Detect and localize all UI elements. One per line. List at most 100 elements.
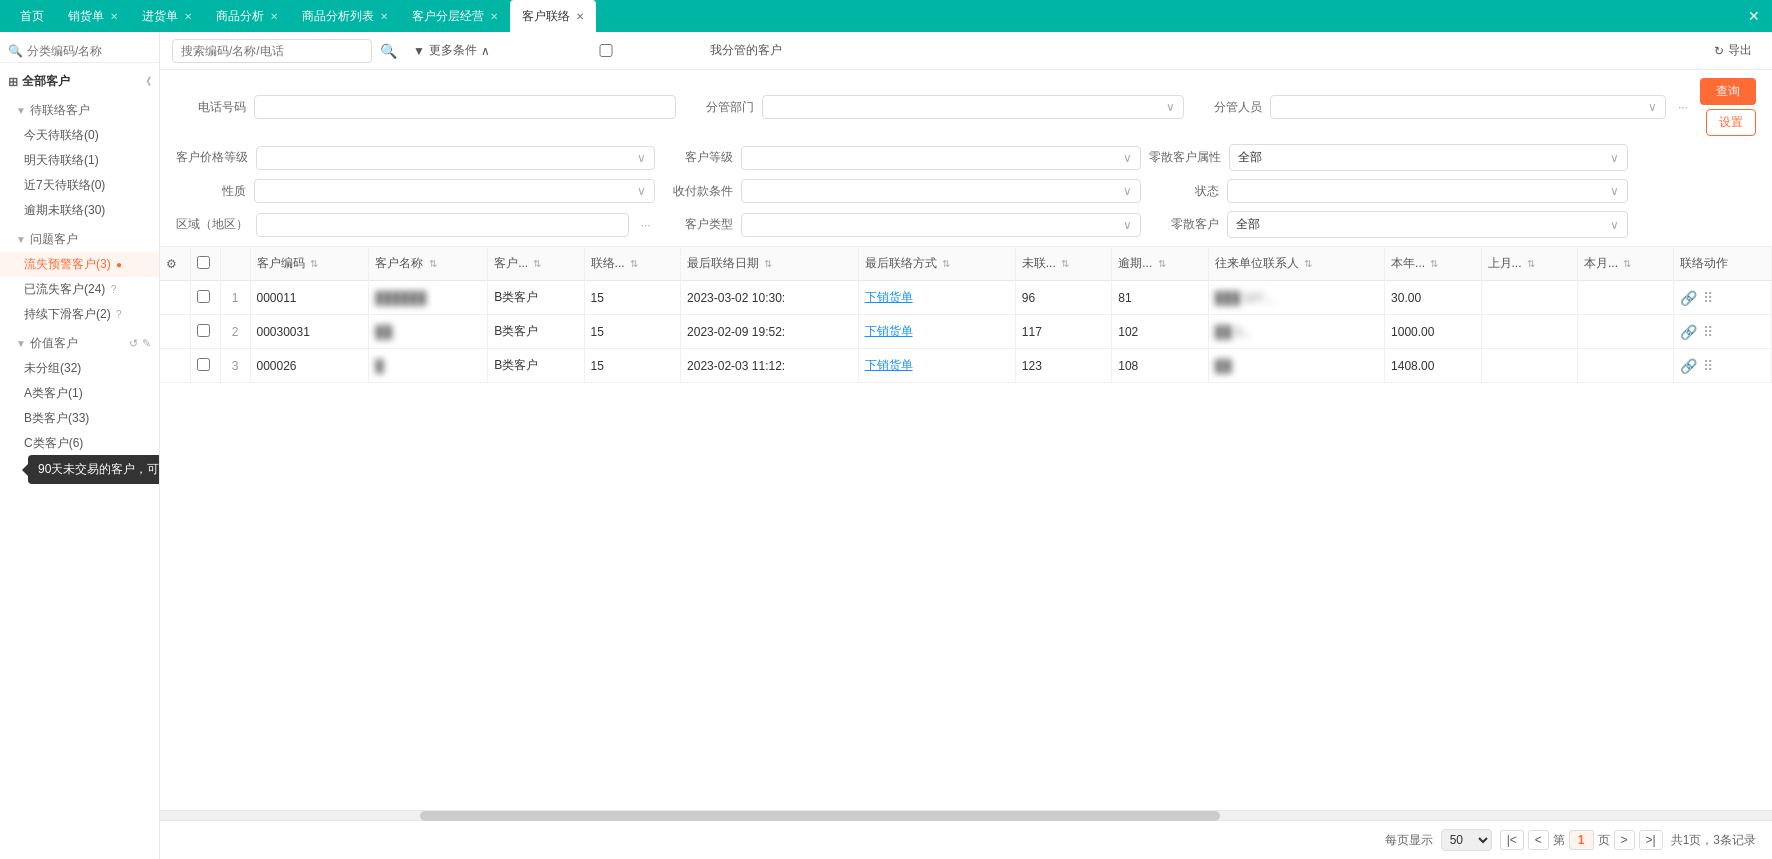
row-checkbox[interactable] (197, 290, 210, 303)
sidebar-search-input[interactable] (27, 44, 160, 58)
problem-customers-title[interactable]: ▼ 问题客户 (0, 227, 159, 252)
cell-last-contact-way[interactable]: 下销货单 (858, 281, 1015, 315)
retail-select[interactable]: 全部 ∨ (1227, 211, 1628, 238)
sidebar-item-today[interactable]: 今天待联络(0) (0, 123, 159, 148)
col-last-contact-date[interactable]: 最后联络日期 ⇅ (681, 247, 859, 281)
select-all-checkbox[interactable] (197, 256, 210, 269)
cell-checkbox[interactable] (190, 281, 220, 315)
contact-link-icon[interactable]: 🔗 (1680, 324, 1697, 340)
window-close-button[interactable]: ✕ (1744, 4, 1764, 28)
export-button[interactable]: ↻ 导出 (1706, 38, 1760, 63)
more-dots[interactable]: ··· (637, 218, 655, 232)
close-icon[interactable]: ✕ (270, 11, 278, 22)
nature-select[interactable]: ∨ (254, 179, 655, 203)
edit-icon[interactable]: ✎ (142, 337, 151, 350)
close-icon[interactable]: ✕ (576, 11, 584, 22)
nav-tab-sales[interactable]: 销货单 ✕ (56, 0, 130, 32)
price-grade-select[interactable]: ∨ (256, 146, 655, 170)
col-last-month[interactable]: 上月... ⇅ (1481, 247, 1577, 281)
chevron-down-icon: ∨ (1123, 218, 1132, 232)
sidebar-item-7days[interactable]: 近7天待联络(0) (0, 173, 159, 198)
region-input[interactable] (256, 213, 629, 237)
row-checkbox[interactable] (197, 358, 210, 371)
my-customers-checkbox[interactable] (506, 44, 706, 57)
close-icon[interactable]: ✕ (110, 11, 118, 22)
sidebar-item-churned[interactable]: 已流失客户(24) ? (0, 277, 159, 302)
region-label: 区域（地区） (176, 216, 248, 233)
sidebar-item-overdue[interactable]: 逾期未联络(30) (0, 198, 159, 223)
col-last-contact-way[interactable]: 最后联络方式 ⇅ (858, 247, 1015, 281)
sidebar-item-tomorrow[interactable]: 明天待联络(1) (0, 148, 159, 173)
horizontal-scrollbar[interactable] (160, 810, 1772, 820)
more-conditions-button[interactable]: ▼ 更多条件 ∧ (405, 38, 498, 63)
first-page-button[interactable]: |< (1500, 830, 1524, 850)
status-select[interactable]: ∨ (1227, 179, 1628, 203)
dept-select[interactable]: ∨ (762, 95, 1184, 119)
nav-tab-purchase[interactable]: 进货单 ✕ (130, 0, 204, 32)
sidebar-item-ungrouped[interactable]: 未分组(32) (0, 356, 159, 381)
person-select[interactable]: ∨ (1270, 95, 1666, 119)
action-grid-icon[interactable]: ⠿ (1703, 290, 1713, 306)
col-name[interactable]: 客户名称 ⇅ (369, 247, 488, 281)
pending-contact-title[interactable]: ▼ 待联络客户 (0, 98, 159, 123)
contact-link-icon[interactable]: 🔗 (1680, 290, 1697, 306)
more-dots[interactable]: ··· (1674, 100, 1692, 114)
cell-checkbox[interactable] (190, 315, 220, 349)
main-layout: 🔍 ⊞ 全部客户 《 ▼ 待联络客户 今天待联络(0) 明天待联络(1) 近7天… (0, 32, 1772, 859)
contact-link-icon[interactable]: 🔗 (1680, 358, 1697, 374)
col-no-contact[interactable]: 未联... ⇅ (1015, 247, 1111, 281)
action-grid-icon[interactable]: ⠿ (1703, 358, 1713, 374)
sidebar-item-c-class[interactable]: C类客户(6) (0, 431, 159, 456)
col-settings[interactable]: ⚙ (160, 247, 190, 281)
col-this-month[interactable]: 本月... ⇅ (1578, 247, 1674, 281)
refresh-icon[interactable]: ↺ (129, 337, 138, 350)
customer-type-select[interactable]: ∨ (741, 213, 1142, 237)
settings-icon[interactable]: ⚙ (166, 257, 177, 271)
search-input[interactable] (172, 39, 372, 63)
col-this-year[interactable]: 本年... ⇅ (1385, 247, 1481, 281)
next-page-button[interactable]: > (1614, 830, 1635, 850)
table-row: 3 000026 █ B类客户 15 2023-02-03 11:12: 下销货… (160, 349, 1772, 383)
cell-last-contact-way[interactable]: 下销货单 (858, 349, 1015, 383)
prev-page-button[interactable]: < (1528, 830, 1549, 850)
cell-checkbox[interactable] (190, 349, 220, 383)
retail-attr-select[interactable]: 全部 ∨ (1229, 144, 1628, 171)
sidebar-item-declining[interactable]: 持续下滑客户(2) ? (0, 302, 159, 327)
sidebar-all-customers[interactable]: ⊞ 全部客户 《 (0, 67, 159, 96)
cell-type: B类客户 (488, 349, 584, 383)
customer-grade-select[interactable]: ∨ (741, 146, 1142, 170)
col-type[interactable]: 客户... ⇅ (488, 247, 584, 281)
query-button[interactable]: 查询 (1700, 78, 1756, 105)
my-customers-checkbox-label[interactable]: 我分管的客户 (506, 42, 782, 59)
row-checkbox[interactable] (197, 324, 210, 337)
sort-icon: ⇅ (1158, 258, 1166, 269)
page-size-select[interactable]: 50 20 100 (1441, 829, 1492, 851)
nav-tab-product-list[interactable]: 商品分析列表 ✕ (290, 0, 400, 32)
col-checkbox[interactable] (190, 247, 220, 281)
settings-button[interactable]: 设置 (1706, 109, 1756, 136)
value-customers-title[interactable]: ▼ 价值客户 ↺ ✎ (0, 331, 159, 356)
cell-name: ██ (369, 315, 488, 349)
phone-input[interactable] (254, 95, 676, 119)
sidebar-item-b-class[interactable]: B类客户(33) (0, 406, 159, 431)
export-label: 导出 (1728, 42, 1752, 59)
sidebar-item-a-class[interactable]: A类客户(1) (0, 381, 159, 406)
close-icon[interactable]: ✕ (380, 11, 388, 22)
cell-last-contact-way[interactable]: 下销货单 (858, 315, 1015, 349)
sidebar-item-churn-warning[interactable]: 流失预警客户(3) ● (0, 252, 159, 277)
close-icon[interactable]: ✕ (490, 11, 498, 22)
col-overdue[interactable]: 逾期... ⇅ (1112, 247, 1208, 281)
col-unit-contact[interactable]: 往来单位联系人 ⇅ (1208, 247, 1384, 281)
scroll-thumb[interactable] (420, 811, 1220, 821)
nav-tab-product-analysis[interactable]: 商品分析 ✕ (204, 0, 290, 32)
action-grid-icon[interactable]: ⠿ (1703, 324, 1713, 340)
close-icon[interactable]: ✕ (184, 11, 192, 22)
nav-tab-home[interactable]: 首页 (8, 0, 56, 32)
col-code[interactable]: 客户编码 ⇅ (250, 247, 369, 281)
col-contact[interactable]: 联络... ⇅ (584, 247, 680, 281)
last-page-button[interactable]: >| (1639, 830, 1663, 850)
nav-tab-customer-contact[interactable]: 客户联络 ✕ (510, 0, 596, 32)
nav-tab-customer-tier[interactable]: 客户分层经营 ✕ (400, 0, 510, 32)
search-button[interactable]: 🔍 (380, 43, 397, 59)
payment-select[interactable]: ∨ (741, 179, 1142, 203)
